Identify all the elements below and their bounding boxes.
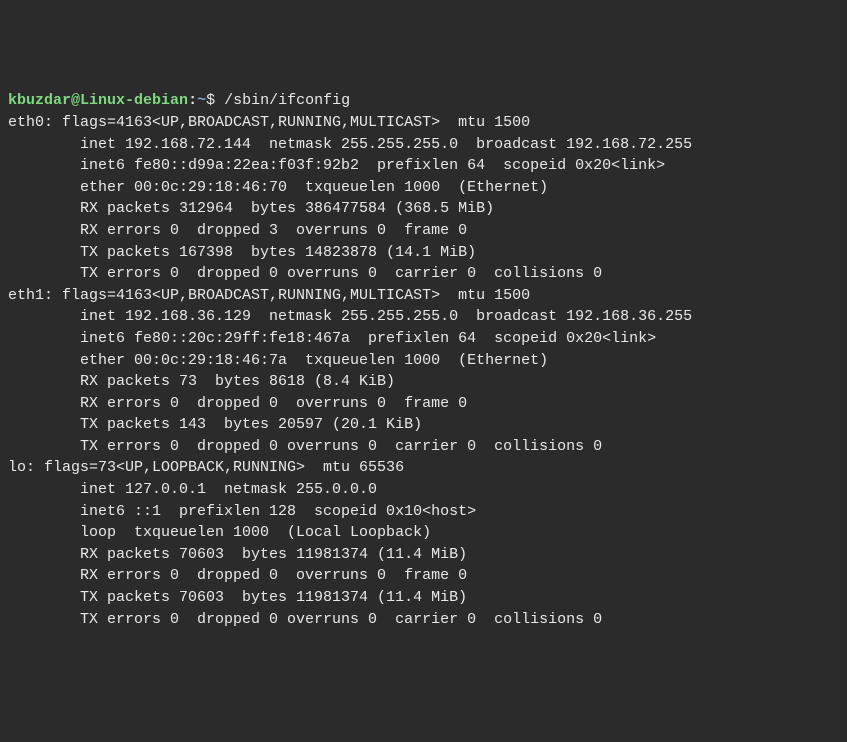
iface-header-lo: lo: flags=73<UP,LOOPBACK,RUNNING> mtu 65… — [8, 457, 839, 479]
iface-inet: inet 127.0.0.1 netmask 255.0.0.0 — [8, 479, 839, 501]
prompt-path: ~ — [197, 92, 206, 109]
prompt-line[interactable]: kbuzdar@Linux-debian:~$ /sbin/ifconfig — [8, 90, 839, 112]
iface-inet6: inet6 fe80::d99a:22ea:f03f:92b2 prefixle… — [8, 155, 839, 177]
iface-rx-errors: RX errors 0 dropped 0 overruns 0 frame 0 — [8, 393, 839, 415]
iface-tx-errors: TX errors 0 dropped 0 overruns 0 carrier… — [8, 263, 839, 285]
terminal-output[interactable]: kbuzdar@Linux-debian:~$ /sbin/ifconfiget… — [8, 90, 839, 630]
iface-inet: inet 192.168.72.144 netmask 255.255.255.… — [8, 134, 839, 156]
iface-inet6: inet6 fe80::20c:29ff:fe18:467a prefixlen… — [8, 328, 839, 350]
iface-tx-packets: TX packets 70603 bytes 11981374 (11.4 Mi… — [8, 587, 839, 609]
iface-rx-packets: RX packets 70603 bytes 11981374 (11.4 Mi… — [8, 544, 839, 566]
iface-rx-errors: RX errors 0 dropped 3 overruns 0 frame 0 — [8, 220, 839, 242]
iface-header-eth1: eth1: flags=4163<UP,BROADCAST,RUNNING,MU… — [8, 285, 839, 307]
prompt-colon: : — [188, 92, 197, 109]
iface-inet6: inet6 ::1 prefixlen 128 scopeid 0x10<hos… — [8, 501, 839, 523]
iface-ether: ether 00:0c:29:18:46:70 txqueuelen 1000 … — [8, 177, 839, 199]
iface-rx-errors: RX errors 0 dropped 0 overruns 0 frame 0 — [8, 565, 839, 587]
prompt-at: @ — [71, 92, 80, 109]
iface-rx-packets: RX packets 312964 bytes 386477584 (368.5… — [8, 198, 839, 220]
iface-rx-packets: RX packets 73 bytes 8618 (8.4 KiB) — [8, 371, 839, 393]
prompt-user: kbuzdar — [8, 92, 71, 109]
iface-loop: loop txqueuelen 1000 (Local Loopback) — [8, 522, 839, 544]
iface-header-eth0: eth0: flags=4163<UP,BROADCAST,RUNNING,MU… — [8, 112, 839, 134]
iface-tx-packets: TX packets 167398 bytes 14823878 (14.1 M… — [8, 242, 839, 264]
prompt-dollar: $ — [206, 92, 224, 109]
prompt-host: Linux-debian — [80, 92, 188, 109]
iface-tx-packets: TX packets 143 bytes 20597 (20.1 KiB) — [8, 414, 839, 436]
iface-ether: ether 00:0c:29:18:46:7a txqueuelen 1000 … — [8, 350, 839, 372]
iface-tx-errors: TX errors 0 dropped 0 overruns 0 carrier… — [8, 436, 839, 458]
command-text: /sbin/ifconfig — [224, 92, 350, 109]
iface-inet: inet 192.168.36.129 netmask 255.255.255.… — [8, 306, 839, 328]
iface-tx-errors: TX errors 0 dropped 0 overruns 0 carrier… — [8, 609, 839, 631]
